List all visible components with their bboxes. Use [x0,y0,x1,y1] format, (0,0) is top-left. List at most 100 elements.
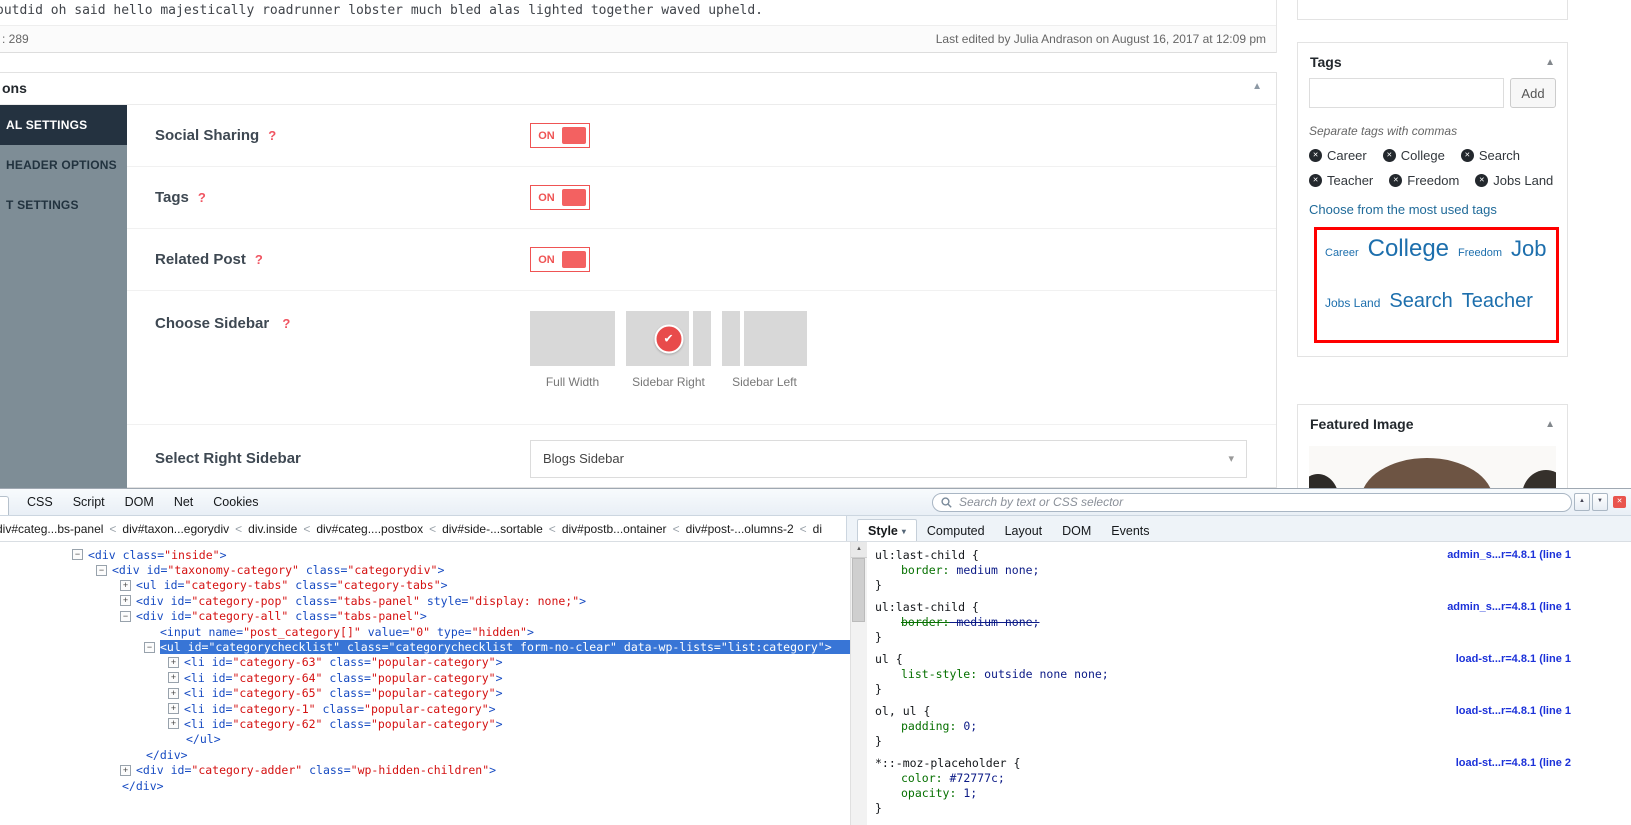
collapse-featured-icon[interactable]: ▲ [1545,419,1555,430]
sidebar-choice-sidebar-right[interactable]: ✔ Sidebar Right [626,311,711,389]
remove-tag-icon[interactable]: ✕ [1475,174,1489,187]
tree-scrollbar[interactable]: ▲ [850,542,867,825]
remove-tag-icon[interactable]: ✕ [1389,174,1403,187]
css-selector[interactable]: ul:last-child { [875,600,979,615]
breadcrumb-item[interactable]: div#postb...ontainer [560,520,669,538]
tree-node[interactable]: </div> [0,778,850,793]
expand-node-icon[interactable]: + [168,687,179,699]
expand-node-icon[interactable]: + [168,718,179,730]
sidebar-tab-t-settings[interactable]: T SETTINGS [0,185,127,225]
help-icon[interactable]: ? [255,252,263,267]
panel-tab-style[interactable]: Style ▾ [857,519,917,541]
collapse-panel-icon[interactable]: ▲ [1252,81,1262,92]
tree-node[interactable]: + <li id="category-62" class="popular-cat… [0,716,850,731]
search-prev-icon[interactable]: ▲ [1574,493,1590,511]
sidebar-choice-thumbnail[interactable] [722,311,807,366]
cloud-tag-jobs-land[interactable]: Jobs Land [1325,296,1380,310]
add-tag-button[interactable]: Add [1510,78,1556,108]
breadcrumb-item[interactable]: div#post-...olumns-2 [684,520,796,538]
sidebar-tab-al-settings[interactable]: AL SETTINGS [0,105,127,145]
most-used-tags-link[interactable]: Choose from the most used tags [1309,202,1556,217]
breadcrumb-item[interactable]: div#categ...bs-panel [0,520,105,538]
remove-tag-icon[interactable]: ✕ [1309,149,1322,162]
firebug-tab-dom[interactable]: DOM [115,490,164,515]
cloud-tag-teacher[interactable]: Teacher [1462,289,1533,313]
help-icon[interactable]: ? [268,128,276,143]
panel-tab-layout[interactable]: Layout [995,520,1053,541]
tree-node[interactable]: <input name="post_category[]" value="0" … [0,624,850,639]
css-declaration[interactable]: opacity: 1; [875,786,1631,801]
toggle-related-post[interactable]: ON [530,247,590,272]
scrollbar-thumb[interactable] [852,558,865,622]
css-declaration[interactable]: list-style: outside none none; [875,667,1631,682]
cloud-tag-career[interactable]: Career [1325,247,1359,260]
search-box[interactable] [932,492,1572,512]
css-selector[interactable]: ul:last-child { [875,548,979,563]
sidebar-choice-full-width[interactable]: Full Width [530,311,615,389]
close-devtools-icon[interactable]: ✕ [1613,495,1626,508]
sidebar-choice-thumbnail[interactable]: ✔ [626,311,711,366]
breadcrumb-item[interactable]: di [811,520,824,538]
search-input[interactable] [957,494,1563,510]
breadcrumb-item[interactable]: div.inside [246,520,299,538]
right-sidebar-dropdown[interactable]: Blogs Sidebar ▾ [530,439,1247,478]
remove-tag-icon[interactable]: ✕ [1309,174,1322,187]
collapse-node-icon[interactable]: − [144,641,155,653]
help-icon[interactable]: ? [198,190,206,205]
new-tag-input[interactable] [1309,78,1504,108]
css-source-link[interactable]: load-st...r=4.8.1 (line 1 [1456,652,1571,667]
css-declaration[interactable]: color: #72777c; [875,771,1631,786]
tree-node[interactable]: + <div id="category-pop" class="tabs-pane… [0,593,850,608]
tree-node[interactable]: − <div class="inside"> [0,547,850,562]
tree-node[interactable]: + <div id="category-adder" class="wp-hidd… [0,762,850,777]
expand-node-icon[interactable]: + [168,656,179,668]
tree-node[interactable]: − <div id="category-all" class="tabs-pane… [0,609,850,624]
toggle-social-sharing[interactable]: ON [530,123,590,148]
panel-tab-events[interactable]: Events [1101,520,1159,541]
breadcrumb-item[interactable]: div#categ....postbox [314,520,425,538]
css-selector[interactable]: ol, ul { [875,704,930,719]
firebug-tab-css[interactable]: CSS [17,490,63,515]
tree-node[interactable]: + <li id="category-64" class="popular-cat… [0,670,850,685]
tree-node[interactable]: + <ul id="category-tabs" class="category-… [0,578,850,593]
css-source-link[interactable]: load-st...r=4.8.1 (line 2 [1456,756,1571,771]
help-icon[interactable]: ? [282,316,290,331]
firebug-tab-script[interactable]: Script [63,490,115,515]
collapse-tags-icon[interactable]: ▲ [1545,57,1555,68]
tree-node[interactable]: </div> [0,747,850,762]
cloud-tag-search[interactable]: Search [1389,289,1452,313]
css-selector[interactable]: *::-moz-placeholder { [875,756,1020,771]
collapse-node-icon[interactable]: − [72,549,83,561]
breadcrumb-item[interactable]: div#side-...sortable [440,520,545,538]
tree-node[interactable]: − <ul id="categorychecklist" class="categ… [0,639,850,655]
expand-node-icon[interactable]: + [168,672,179,684]
tree-node[interactable]: </ul> [0,732,850,747]
tree-node[interactable]: + <li id="category-63" class="popular-cat… [0,655,850,670]
html-tab-partial[interactable] [0,496,9,515]
css-declaration[interactable]: border: medium none; [875,615,1631,630]
sidebar-tab-header-options[interactable]: HEADER OPTIONS [0,145,127,185]
search-next-icon[interactable]: ▼ [1592,493,1608,511]
scroll-up-icon[interactable]: ▲ [851,542,867,558]
cloud-tag-freedom[interactable]: Freedom [1458,247,1502,260]
firebug-tab-cookies[interactable]: Cookies [203,490,268,515]
css-source-link[interactable]: load-st...r=4.8.1 (line 1 [1456,704,1571,719]
sidebar-choice-sidebar-left[interactable]: Sidebar Left [722,311,807,389]
expand-node-icon[interactable]: + [120,579,131,591]
sidebar-choice-thumbnail[interactable] [530,311,615,366]
toggle-tags[interactable]: ON [530,185,590,210]
panel-tab-computed[interactable]: Computed [917,520,995,541]
expand-node-icon[interactable]: + [120,595,131,607]
expand-node-icon[interactable]: + [168,703,179,715]
collapse-node-icon[interactable]: − [120,610,131,622]
tree-node[interactable]: + <li id="category-65" class="popular-cat… [0,686,850,701]
css-declaration[interactable]: border: medium none; [875,563,1631,578]
breadcrumb-item[interactable]: div#taxon...egorydiv [120,520,231,538]
expand-node-icon[interactable]: + [120,764,131,776]
cloud-tag-college[interactable]: College [1368,235,1449,264]
tree-node[interactable]: + <li id="category-1" class="popular-cate… [0,701,850,716]
css-declaration[interactable]: padding: 0; [875,719,1631,734]
css-selector[interactable]: ul { [875,652,903,667]
css-source-link[interactable]: admin_s...r=4.8.1 (line 1 [1447,600,1571,615]
tree-node[interactable]: − <div id="taxonomy-category" class="cate… [0,562,850,577]
